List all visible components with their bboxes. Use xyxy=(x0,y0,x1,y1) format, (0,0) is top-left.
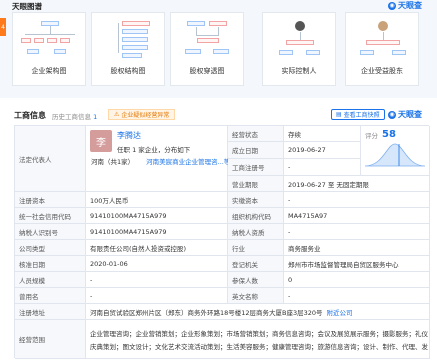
company-type-value: 有限责任公司(自然人投资或控股) xyxy=(86,240,228,256)
scope-cell: 企业管理咨询；企业营销策划；企业形象策划；市场营销策划；商务信息咨询；会议及展览… xyxy=(86,320,430,359)
tianyancha-eye-icon: ◉ xyxy=(388,1,396,10)
staff-size-label: 人员规模 xyxy=(15,272,86,288)
org-code-value: MA4715A97 xyxy=(284,208,430,224)
card-beneficial-shareholders[interactable]: 企业受益股东 xyxy=(345,12,419,86)
legal-rep-companies: 河南（共1家） 河南美宸商业企业管理咨...等 xyxy=(91,156,230,166)
warning-text: 企业疑似经营异常 xyxy=(121,112,170,119)
tax-qual-value: - xyxy=(284,224,430,240)
card-label: 企业架构图 xyxy=(31,67,67,75)
region-company: 河南（共1家） xyxy=(91,158,135,166)
tax-id-value: 91410100MA4715A979 xyxy=(86,224,228,240)
scope-label: 经营范围 xyxy=(15,320,86,359)
english-name-label: 英文名称 xyxy=(228,288,284,304)
nearby-companies-link[interactable]: 附近公司 xyxy=(327,307,353,317)
reg-no-value: - xyxy=(284,159,361,176)
status-value: 存续 xyxy=(284,126,361,142)
company-type-label: 公司类型 xyxy=(15,240,86,256)
former-name-label: 曾用名 xyxy=(15,288,86,304)
org-code-label: 组织机构代码 xyxy=(228,208,284,224)
industry-label: 行业 xyxy=(228,240,284,256)
abnormal-warning-badge[interactable]: ⚠ 企业疑似经营异常 xyxy=(108,109,176,120)
tab-marker: 4 xyxy=(0,18,6,36)
company-hint-link[interactable]: 河南美宸商业企业管理咨...等 xyxy=(146,156,230,166)
credit-code-value: 91410100MA4715A979 xyxy=(86,208,228,224)
paid-capital-label: 实缴资本 xyxy=(228,192,284,208)
legal-rep-subtitle: 任职 1 家企业，分布如下 xyxy=(117,146,191,154)
insured-value: 0 xyxy=(284,272,430,288)
card-label: 企业受益股东 xyxy=(361,67,403,75)
paid-capital-value: - xyxy=(284,192,430,208)
business-info-title: 工商信息 xyxy=(14,111,46,120)
tianyancha-logo: ◉ 天眼查 xyxy=(388,0,422,11)
established-label: 成立日期 xyxy=(228,142,284,159)
history-business-info-link[interactable]: 历史工商信息 1 xyxy=(52,111,97,121)
equity-penetration-thumbnail xyxy=(177,19,237,59)
history-count: 1 xyxy=(93,113,98,121)
capital-label: 注册资本 xyxy=(15,192,86,208)
view-snapshot-label: 查看工商快照 xyxy=(343,112,380,119)
score-value: 58 xyxy=(382,129,396,140)
card-actual-controller[interactable]: 实际控制人 xyxy=(262,12,336,86)
score-curve-icon xyxy=(365,143,425,167)
industry-value: 商务服务业 xyxy=(284,240,430,256)
actual-controller-thumbnail xyxy=(269,19,329,59)
approval-date-value: 2020-01-06 xyxy=(86,256,228,272)
term-value: 2019-06-27 至 无固定期限 xyxy=(284,176,430,192)
card-label: 股权结构图 xyxy=(110,67,146,75)
address-value: 河南自贸试验区郑州片区（郑东）商务外环路18号楼12层商务大厦B座3层320号 xyxy=(90,308,323,317)
former-name-value: - xyxy=(86,288,228,304)
address-cell: 河南自贸试验区郑州片区（郑东）商务外环路18号楼12层商务大厦B座3层320号 … xyxy=(86,304,430,320)
card-label: 股权穿透图 xyxy=(189,67,225,75)
insured-label: 参保人数 xyxy=(228,272,284,288)
scope-line-1: 企业管理咨询；企业营销策划；企业形象策划；市场营销策划；商务信息咨询；会议及展览… xyxy=(90,329,428,338)
logo-text: 天眼查 xyxy=(398,1,422,10)
score-cell: 评分 58 xyxy=(361,126,430,176)
tax-id-label: 纳税人识别号 xyxy=(15,224,86,240)
equity-structure-thumbnail xyxy=(98,19,158,59)
card-equity-penetration[interactable]: 股权穿透图 xyxy=(170,12,244,86)
tax-qual-label: 纳税人资质 xyxy=(228,224,284,240)
legal-rep-name[interactable]: 李腾达 xyxy=(117,130,190,141)
person-icon xyxy=(295,21,305,31)
card-enterprise-structure[interactable]: 企业架构图 xyxy=(12,12,86,86)
authority-value: 郑州市市场监督管理局自贸区服务中心 xyxy=(284,256,430,272)
view-snapshot-button[interactable]: ▤ 查看工商快照 xyxy=(331,109,385,120)
scope-line-2: 庆典策划；图文设计；文化艺术交流活动策划；生活美容服务；健康管理咨询；旅游信息咨… xyxy=(90,342,428,351)
card-label: 实际控制人 xyxy=(281,67,317,75)
logo-text: 天眼查 xyxy=(398,110,422,119)
document-icon: ▤ xyxy=(336,111,342,118)
legal-rep-label: 法定代表人 xyxy=(15,126,86,192)
term-label: 营业期限 xyxy=(228,176,284,192)
established-value: 2019-06-27 xyxy=(284,142,361,159)
authority-label: 登记机关 xyxy=(228,256,284,272)
tianyancha-logo-2: ◉ 天眼查 xyxy=(388,109,422,120)
history-label: 历史工商信息 xyxy=(52,113,91,121)
person-icon xyxy=(378,21,388,31)
beneficial-shareholders-thumbnail xyxy=(352,19,412,59)
credit-code-label: 统一社会信用代码 xyxy=(15,208,86,224)
status-label: 经营状态 xyxy=(228,126,284,142)
capital-value: 100万人民币 xyxy=(86,192,228,208)
graph-section-title: 天眼图谱 xyxy=(12,2,42,11)
approval-date-label: 核准日期 xyxy=(15,256,86,272)
address-label: 注册地址 xyxy=(15,304,86,320)
card-equity-structure[interactable]: 股权结构图 xyxy=(91,12,165,86)
warning-icon: ⚠ xyxy=(114,111,120,118)
business-info-table: 法定代表人 李 李腾达 任职 1 家企业，分布如下 河南（共1家） 河南美宸商业… xyxy=(14,125,430,359)
english-name-value: - xyxy=(284,288,430,304)
enterprise-structure-thumbnail xyxy=(19,19,79,59)
reg-no-label: 工商注册号 xyxy=(228,159,284,176)
score-label: 评分 xyxy=(365,131,378,140)
staff-size-value: - xyxy=(86,272,228,288)
legal-rep-avatar: 李 xyxy=(90,130,112,152)
tianyancha-eye-icon: ◉ xyxy=(388,110,396,119)
